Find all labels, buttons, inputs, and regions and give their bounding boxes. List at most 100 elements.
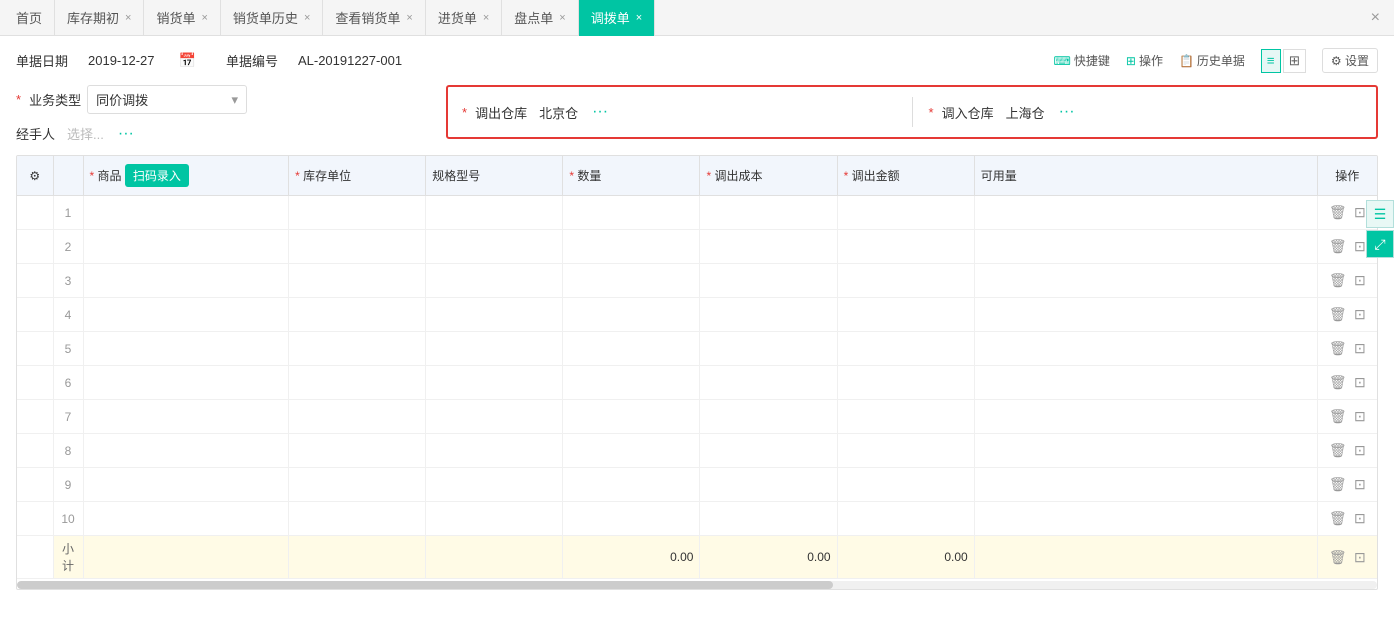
copy-row-icon[interactable]: ⊡ [1354,238,1366,254]
th-settings[interactable]: ⚙ [17,156,53,196]
row-cost[interactable] [700,502,837,536]
layout-btn-grid[interactable]: ⊞ [1283,49,1306,73]
delete-row-icon[interactable]: 🗑 [1329,510,1347,526]
row-cost[interactable] [700,196,837,230]
row-qty[interactable] [563,502,700,536]
row-unit[interactable] [289,230,426,264]
operations-btn[interactable]: ⊞ 操作 [1126,52,1163,69]
delete-row-icon[interactable]: 🗑 [1329,204,1347,220]
tab-view-sales[interactable]: 查看销货单 × [323,0,425,36]
row-amount[interactable] [837,502,974,536]
layout-btn-list[interactable]: ≡ [1261,49,1281,73]
tab-sales-history[interactable]: 销货单历史 × [221,0,323,36]
tab-home[interactable]: 首页 [4,0,55,36]
copy-row-icon[interactable]: ⊡ [1354,408,1366,424]
row-product[interactable] [83,502,289,536]
row-amount[interactable] [837,332,974,366]
close-sales-order[interactable]: × [201,12,207,24]
tab-transfer[interactable]: 调拨单 × [579,0,655,36]
row-product[interactable] [83,434,289,468]
close-transfer[interactable]: × [636,12,642,24]
calendar-icon[interactable]: 📅 [179,52,196,69]
row-qty[interactable] [563,434,700,468]
scan-btn[interactable]: 扫码录入 [125,164,189,187]
row-cost[interactable] [700,332,837,366]
copy-row-icon[interactable]: ⊡ [1354,204,1366,220]
row-spec[interactable] [426,468,563,502]
row-spec[interactable] [426,502,563,536]
subtotal-delete-icon[interactable]: 🗑 [1329,549,1347,565]
delete-row-icon[interactable]: 🗑 [1329,238,1347,254]
delete-row-icon[interactable]: 🗑 [1329,306,1347,322]
row-spec[interactable] [426,400,563,434]
copy-row-icon[interactable]: ⊡ [1354,306,1366,322]
row-cost[interactable] [700,468,837,502]
row-qty[interactable] [563,332,700,366]
row-qty[interactable] [563,400,700,434]
row-cost[interactable] [700,298,837,332]
row-cost[interactable] [700,434,837,468]
row-spec[interactable] [426,196,563,230]
tab-inventory-init[interactable]: 库存期初 × [55,0,144,36]
row-spec[interactable] [426,264,563,298]
row-product[interactable] [83,400,289,434]
tab-purchase-order[interactable]: 进货单 × [426,0,502,36]
delete-row-icon[interactable]: 🗑 [1329,408,1347,424]
delete-row-icon[interactable]: 🗑 [1329,340,1347,356]
close-inventory-init[interactable]: × [125,12,131,24]
row-product[interactable] [83,332,289,366]
row-qty[interactable] [563,230,700,264]
person-dots-btn[interactable]: ··· [118,125,134,143]
business-type-select[interactable]: 同价调拨 ▾ [87,85,247,114]
row-spec[interactable] [426,230,563,264]
row-spec[interactable] [426,298,563,332]
row-unit[interactable] [289,400,426,434]
row-qty[interactable] [563,468,700,502]
copy-row-icon[interactable]: ⊡ [1354,442,1366,458]
row-unit[interactable] [289,468,426,502]
row-amount[interactable] [837,298,974,332]
row-amount[interactable] [837,400,974,434]
close-sales-history[interactable]: × [304,12,310,24]
row-qty[interactable] [563,196,700,230]
row-unit[interactable] [289,332,426,366]
row-product[interactable] [83,468,289,502]
transfer-out-dots[interactable]: ··· [592,103,608,121]
row-unit[interactable] [289,196,426,230]
row-spec[interactable] [426,332,563,366]
row-unit[interactable] [289,366,426,400]
delete-row-icon[interactable]: 🗑 [1329,476,1347,492]
row-spec[interactable] [426,366,563,400]
tab-stocktake[interactable]: 盘点单 × [502,0,578,36]
row-amount[interactable] [837,468,974,502]
row-product[interactable] [83,264,289,298]
row-product[interactable] [83,230,289,264]
row-qty[interactable] [563,264,700,298]
horizontal-scrollbar[interactable] [17,581,1377,589]
delete-row-icon[interactable]: 🗑 [1329,374,1347,390]
delete-row-icon[interactable]: 🗑 [1329,442,1347,458]
copy-row-icon[interactable]: ⊡ [1354,510,1366,526]
subtotal-copy-icon[interactable]: ⊡ [1354,549,1366,565]
row-unit[interactable] [289,502,426,536]
close-stocktake[interactable]: × [559,12,565,24]
row-unit[interactable] [289,434,426,468]
row-amount[interactable] [837,196,974,230]
side-expand-btn[interactable]: ⤢ [1366,230,1394,258]
history-btn[interactable]: 📋 历史单据 [1179,52,1245,69]
copy-row-icon[interactable]: ⊡ [1354,374,1366,390]
row-cost[interactable] [700,264,837,298]
tab-sales-order[interactable]: 销货单 × [144,0,220,36]
copy-row-icon[interactable]: ⊡ [1354,272,1366,288]
row-product[interactable] [83,366,289,400]
delete-row-icon[interactable]: 🗑 [1329,272,1347,288]
row-unit[interactable] [289,264,426,298]
row-amount[interactable] [837,230,974,264]
close-purchase-order[interactable]: × [483,12,489,24]
row-qty[interactable] [563,298,700,332]
row-product[interactable] [83,298,289,332]
row-cost[interactable] [700,230,837,264]
row-cost[interactable] [700,400,837,434]
settings-btn[interactable]: ⚙ 设置 [1322,48,1378,73]
transfer-in-dots[interactable]: ··· [1059,103,1075,121]
